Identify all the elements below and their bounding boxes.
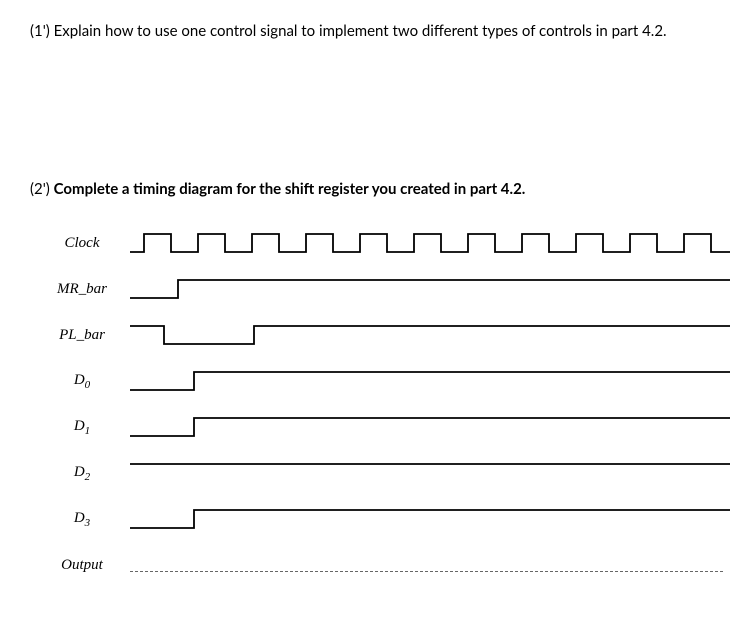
row-d0: D0 [42,366,723,396]
label-d1-base: D [74,418,85,434]
timing-diagram: Clock MR_bar PL_bar D0 [30,228,723,580]
question-1-text: (1') Explain how to use one control sign… [30,22,667,40]
label-d2-sub: 2 [85,471,91,483]
row-output: Output [42,550,723,580]
row-clock: Clock [42,228,723,258]
label-output: Output [42,557,130,574]
label-d0-base: D [74,372,85,388]
label-clock: Clock [42,235,130,252]
row-pl: PL_bar [42,320,723,350]
row-d1: D1 [42,412,723,442]
label-d2: D2 [42,464,130,483]
label-d1-sub: 1 [85,425,91,437]
wave-output-blank [130,550,723,580]
label-d3-sub: 3 [85,517,91,529]
row-d2: D2 [42,458,723,488]
label-mr: MR_bar [42,281,130,298]
wave-clock [130,228,730,258]
wave-d3 [130,504,730,534]
label-d1: D1 [42,418,130,437]
label-pl: PL_bar [42,327,130,344]
label-d2-base: D [74,464,85,480]
question-2-prefix: (2') [30,180,54,198]
wave-pl [130,320,730,350]
wave-d1 [130,412,730,442]
question-2-bold: Complete a timing diagram for the shift … [54,180,526,198]
wave-d0 [130,366,730,396]
wave-d2 [130,458,730,488]
label-d3: D3 [42,510,130,529]
question-1: (1') Explain how to use one control sign… [30,22,723,40]
question-2: (2') Complete a timing diagram for the s… [30,180,723,198]
wave-mr [130,274,730,304]
label-d0: D0 [42,372,130,391]
row-mr: MR_bar [42,274,723,304]
label-d3-base: D [74,510,85,526]
row-d3: D3 [42,504,723,534]
label-d0-sub: 0 [85,379,91,391]
